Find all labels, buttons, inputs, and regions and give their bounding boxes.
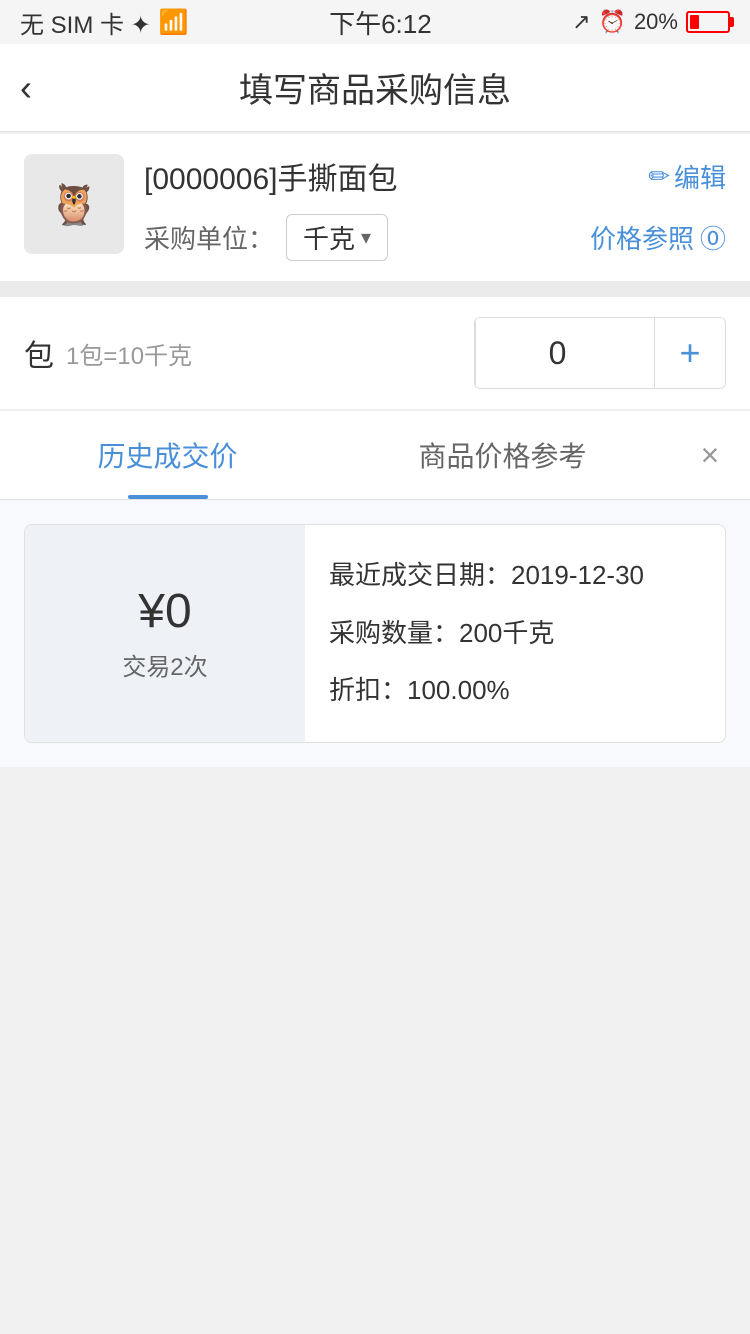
wifi-icon: 📶 <box>159 8 189 37</box>
product-title-row: [0000006]手撕面包 ✏ 编辑 <box>144 154 726 198</box>
purchase-unit-row: 采购单位： 千克 ▾ 价格参照 ⓪ <box>144 214 726 261</box>
tab-content: ¥0 交易2次 最近成交日期：2019-12-30 采购数量：200千克 折扣：… <box>0 500 750 767</box>
battery-icon <box>686 11 730 33</box>
tab-product-price[interactable]: 商品价格参考 <box>335 411 670 499</box>
purchase-unit-left: 采购单位： 千克 ▾ <box>144 214 388 261</box>
dropdown-arrow-icon: ▾ <box>361 225 371 250</box>
product-thumbnail: 🦉 <box>49 181 99 228</box>
history-trades: 交易2次 <box>122 647 207 682</box>
tab-history-label: 历史成交价 <box>97 435 237 475</box>
tab-active-indicator <box>128 495 208 499</box>
history-quantity-label: 采购数量： <box>329 618 459 648</box>
history-quantity-row: 采购数量：200千克 <box>329 613 701 655</box>
section-divider <box>0 281 750 297</box>
back-button[interactable]: ‹ <box>20 67 32 109</box>
quantity-unit-label: 包 <box>24 331 54 375</box>
alarm-icon: ⏰ <box>599 9 626 35</box>
tab-product-price-label: 商品价格参考 <box>418 435 586 475</box>
history-recent-date: 2019-12-30 <box>511 560 644 590</box>
product-info: [0000006]手撕面包 ✏ 编辑 采购单位： 千克 ▾ 价格参照 ⓪ <box>144 154 726 261</box>
price-ref-button[interactable]: 价格参照 ⓪ <box>590 219 726 256</box>
edit-icon: ✏ <box>648 161 670 192</box>
status-bar-left: 无 SIM 卡 ✦ 📶 <box>20 5 189 40</box>
product-row: 🦉 [0000006]手撕面包 ✏ 编辑 采购单位： 千克 ▾ <box>24 154 726 261</box>
quantity-input[interactable] <box>475 318 655 388</box>
nav-bar: ‹ 填写商品采购信息 <box>0 44 750 132</box>
product-name: [0000006]手撕面包 <box>144 154 397 198</box>
question-icon: ⓪ <box>700 219 726 256</box>
tab-section: 历史成交价 商品价格参考 × ¥0 交易2次 最近成交日期：2019-12-30… <box>0 411 750 767</box>
quantity-section: 包 1包=10千克 + <box>0 297 750 409</box>
page-title: 填写商品采购信息 <box>239 63 511 112</box>
history-card: ¥0 交易2次 最近成交日期：2019-12-30 采购数量：200千克 折扣：… <box>24 524 726 743</box>
quantity-label-group: 包 1包=10千克 <box>24 331 192 375</box>
battery-percent: 20% <box>634 9 678 35</box>
purchase-unit-label: 采购单位： <box>144 219 274 256</box>
unit-dropdown[interactable]: 千克 ▾ <box>286 214 388 261</box>
history-discount-row: 折扣：100.00% <box>329 670 701 712</box>
status-bar-time: 下午6:12 <box>329 4 432 41</box>
quantity-plus-button[interactable]: + <box>655 318 725 388</box>
location-icon: ↗ <box>572 9 590 35</box>
tab-header: 历史成交价 商品价格参考 × <box>0 411 750 500</box>
quantity-sub-label: 1包=10千克 <box>66 336 192 371</box>
product-image: 🦉 <box>24 154 124 254</box>
quantity-input-group: + <box>474 317 726 389</box>
tab-history[interactable]: 历史成交价 <box>0 411 335 499</box>
edit-label: 编辑 <box>674 158 726 195</box>
sim-status: 无 SIM 卡 ✦ <box>20 5 151 40</box>
history-quantity: 200千克 <box>459 618 554 648</box>
history-discount: 100.00% <box>407 675 510 705</box>
history-price: ¥0 <box>138 584 191 639</box>
history-recent-date-row: 最近成交日期：2019-12-30 <box>329 555 701 597</box>
price-ref-label: 价格参照 <box>590 219 694 256</box>
edit-button[interactable]: ✏ 编辑 <box>648 158 726 195</box>
product-section: 🦉 [0000006]手撕面包 ✏ 编辑 采购单位： 千克 ▾ <box>0 134 750 281</box>
history-card-left: ¥0 交易2次 <box>25 525 305 742</box>
status-bar: 无 SIM 卡 ✦ 📶 下午6:12 ↗ ⏰ 20% <box>0 0 750 44</box>
unit-value: 千克 <box>303 219 355 256</box>
history-discount-label: 折扣： <box>329 675 407 705</box>
tab-close-button[interactable]: × <box>670 411 750 499</box>
history-card-right: 最近成交日期：2019-12-30 采购数量：200千克 折扣：100.00% <box>305 525 725 742</box>
history-recent-date-label: 最近成交日期： <box>329 560 511 590</box>
status-bar-right: ↗ ⏰ 20% <box>572 9 730 35</box>
